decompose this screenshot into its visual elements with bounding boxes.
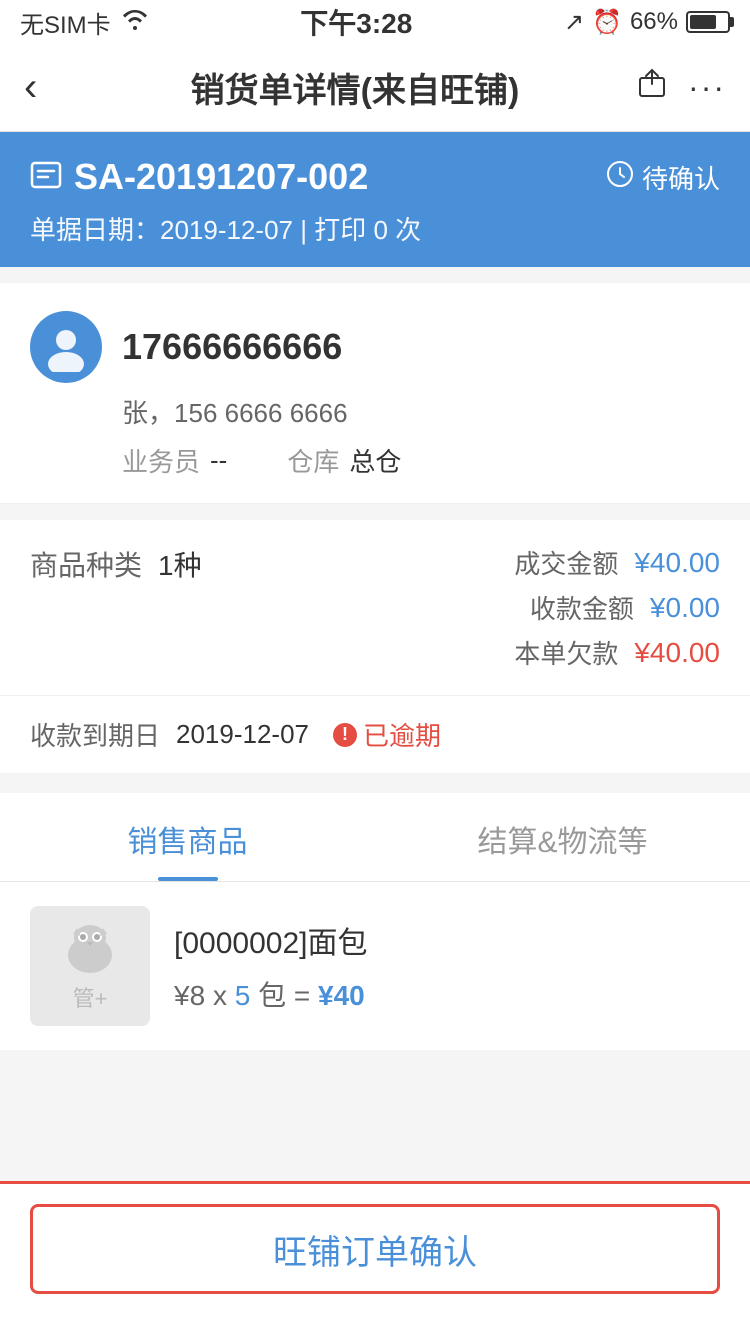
owed-value: ¥40.00 (634, 637, 720, 669)
status-time: 下午3:28 (300, 2, 412, 42)
tab-settlement[interactable]: 结算&物流等 (375, 793, 750, 881)
product-info: [0000002]面包 ¥8 x 5 包 = ¥40 (174, 918, 720, 1014)
battery-percentage: 66% (630, 8, 678, 36)
product-thumbnail: 管+ (30, 906, 150, 1026)
bottom-action: 旺铺订单确认 (0, 1181, 750, 1334)
customer-info: 张，156 6666 6666 (122, 393, 720, 430)
nav-bar: ‹ 销货单详情(来自旺铺) ··· (0, 44, 750, 132)
tabs-row: 销售商品 结算&物流等 (0, 793, 750, 881)
received-amount: 收款金额 ¥0.00 (530, 589, 720, 626)
avatar (30, 311, 102, 383)
received-label: 收款金额 (530, 589, 634, 626)
product-logo: 管+ (55, 920, 125, 1013)
overdue-icon: ! (333, 723, 357, 747)
summary-section: 商品种类 1种 成交金额 ¥40.00 收款金额 ¥0.00 本单欠款 ¥40.… (0, 520, 750, 773)
received-value: ¥0.00 (650, 592, 720, 624)
back-button[interactable]: ‹ (24, 65, 84, 110)
product-quantity: 5 (235, 980, 251, 1011)
customer-phone: 17666666666 (122, 326, 342, 368)
product-item: 管+ [0000002]面包 ¥8 x 5 包 = ¥40 (0, 882, 750, 1051)
location-icon: ↗ (564, 8, 584, 37)
warehouse-label: 仓库 (287, 442, 339, 479)
status-bar: 无SIM卡 下午3:28 ↗ ⏰ 66% (0, 0, 750, 44)
battery-icon (686, 11, 730, 33)
overdue-text: 已逾期 (363, 716, 441, 753)
order-number-row: SA-20191207-002 待确认 (30, 156, 720, 198)
type-value: 1种 (158, 544, 202, 584)
due-date: 2019-12-07 (176, 719, 309, 750)
sales-value: -- (210, 445, 227, 476)
due-label: 收款到期日 (30, 716, 160, 753)
customer-row: 17666666666 (30, 311, 720, 383)
share-icon[interactable] (636, 68, 668, 108)
product-type: 商品种类 1种 (30, 544, 202, 584)
product-total: ¥40 (318, 980, 365, 1011)
order-number: SA-20191207-002 (30, 156, 368, 198)
sales-meta: 业务员 -- (122, 442, 227, 479)
warehouse-value: 总仓 (349, 442, 401, 479)
status-bar-left: 无SIM卡 (20, 5, 149, 40)
tabs-section: 销售商品 结算&物流等 (0, 793, 750, 882)
wifi-icon (121, 8, 149, 37)
page-title: 销货单详情(来自旺铺) (84, 63, 626, 112)
deal-value: ¥40.00 (634, 547, 720, 579)
customer-meta: 业务员 -- 仓库 总仓 (122, 442, 720, 479)
product-price: ¥8 x 5 包 = ¥40 (174, 974, 720, 1014)
product-name: [0000002]面包 (174, 918, 720, 962)
separator (0, 773, 750, 793)
more-icon[interactable]: ··· (688, 69, 726, 106)
status-bar-right: ↗ ⏰ 66% (564, 8, 730, 37)
warehouse-meta: 仓库 总仓 (287, 442, 401, 479)
product-section: 管+ [0000002]面包 ¥8 x 5 包 = ¥40 (0, 882, 750, 1051)
customer-section: 17666666666 张，156 6666 6666 业务员 -- 仓库 总仓 (0, 283, 750, 504)
order-status: 待确认 (606, 159, 720, 196)
order-header: SA-20191207-002 待确认 单据日期：2019-12-07 | 打印… (0, 132, 750, 267)
alarm-icon: ⏰ (592, 8, 622, 37)
overdue-badge: ! 已逾期 (333, 716, 441, 753)
order-date: 单据日期：2019-12-07 | 打印 0 次 (30, 210, 720, 247)
confirm-button[interactable]: 旺铺订单确认 (30, 1204, 720, 1294)
owed-label: 本单欠款 (514, 634, 618, 671)
nav-actions: ··· (626, 68, 726, 108)
order-icon (30, 156, 62, 198)
status-text: 待确认 (642, 159, 720, 196)
carrier-text: 无SIM卡 (20, 5, 111, 40)
tab-products[interactable]: 销售商品 (0, 793, 375, 881)
deal-amount: 成交金额 ¥40.00 (514, 544, 720, 581)
logo-plus: 管+ (73, 981, 108, 1013)
owed-amount: 本单欠款 ¥40.00 (514, 634, 720, 671)
amounts: 成交金额 ¥40.00 收款金额 ¥0.00 本单欠款 ¥40.00 (514, 544, 720, 671)
deal-label: 成交金额 (514, 544, 618, 581)
sales-label: 业务员 (122, 442, 200, 479)
type-label: 商品种类 (30, 544, 142, 584)
due-date-section: 收款到期日 2019-12-07 ! 已逾期 (0, 695, 750, 773)
clock-icon (606, 160, 634, 195)
